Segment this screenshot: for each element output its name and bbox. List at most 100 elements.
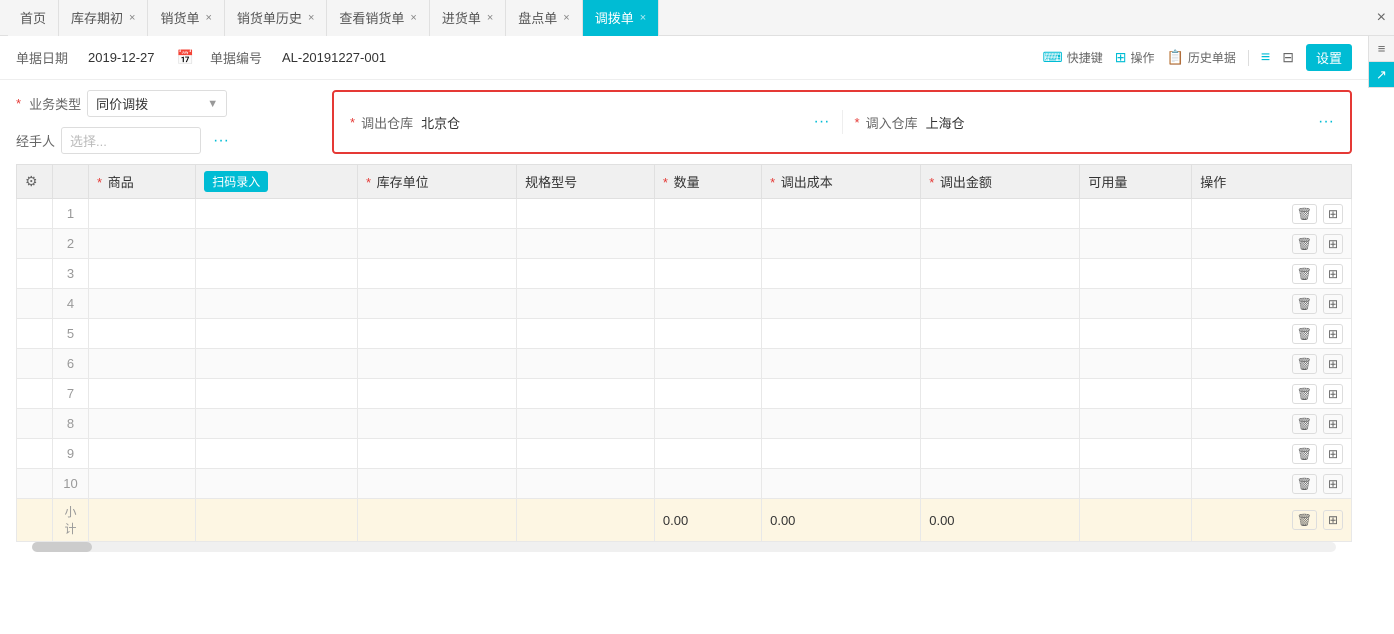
row-qty-cell[interactable] (654, 439, 761, 469)
row-delete-button[interactable]: 🗑 (1292, 294, 1317, 314)
tab-home[interactable]: 首页 (8, 0, 59, 36)
row-qty-cell[interactable] (654, 199, 761, 229)
row-delete-button[interactable]: 🗑 (1292, 474, 1317, 494)
calendar-icon[interactable]: 📅 (177, 49, 194, 66)
tab-inventory-init-close[interactable]: × (129, 12, 135, 24)
row-copy-button[interactable]: ⊞ (1323, 324, 1343, 344)
row-product-cell[interactable] (89, 319, 196, 349)
row-copy-button[interactable]: ⊞ (1323, 384, 1343, 404)
row-unit-cell[interactable] (357, 349, 516, 379)
row-spec-cell[interactable] (517, 349, 655, 379)
tab-sales-history[interactable]: 销货单历史 × (225, 0, 327, 36)
row-out-amount-cell[interactable] (921, 289, 1080, 319)
operate-button[interactable]: ⊞ 操作 (1115, 49, 1155, 66)
table-gear-icon[interactable]: ⚙ (25, 173, 38, 189)
sidebar-list-icon[interactable]: ≡ (1369, 36, 1394, 62)
row-delete-button[interactable]: 🗑 (1292, 354, 1317, 374)
horizontal-scrollbar[interactable] (32, 542, 1336, 552)
row-spec-cell[interactable] (517, 469, 655, 499)
row-spec-cell[interactable] (517, 199, 655, 229)
tab-sales-order-close[interactable]: × (205, 12, 211, 24)
row-qty-cell[interactable] (654, 319, 761, 349)
row-product-cell[interactable] (89, 409, 196, 439)
row-out-cost-cell[interactable] (762, 199, 921, 229)
shortcut-button[interactable]: ⌨ 快捷键 (1042, 49, 1102, 66)
row-spec-cell[interactable] (517, 289, 655, 319)
scrollbar-thumb[interactable] (32, 542, 92, 552)
row-delete-button[interactable]: 🗑 (1292, 384, 1317, 404)
row-out-amount-cell[interactable] (921, 199, 1080, 229)
scan-button[interactable]: 扫码录入 (204, 171, 268, 192)
row-delete-button[interactable]: 🗑 (1292, 444, 1317, 464)
row-spec-cell[interactable] (517, 319, 655, 349)
row-delete-button[interactable]: 🗑 (1292, 414, 1317, 434)
row-copy-button[interactable]: ⊞ (1323, 264, 1343, 284)
row-delete-button[interactable]: 🗑 (1292, 324, 1317, 344)
row-out-cost-cell[interactable] (762, 349, 921, 379)
row-copy-button[interactable]: ⊞ (1323, 444, 1343, 464)
row-qty-cell[interactable] (654, 379, 761, 409)
row-product-cell[interactable] (89, 349, 196, 379)
row-spec-cell[interactable] (517, 229, 655, 259)
row-out-cost-cell[interactable] (762, 289, 921, 319)
row-out-amount-cell[interactable] (921, 379, 1080, 409)
row-product-cell[interactable] (89, 289, 196, 319)
row-out-amount-cell[interactable] (921, 319, 1080, 349)
row-delete-button[interactable]: 🗑 (1292, 510, 1317, 530)
row-out-cost-cell[interactable] (762, 469, 921, 499)
row-out-amount-cell[interactable] (921, 409, 1080, 439)
settings-button[interactable]: 设置 (1306, 44, 1352, 71)
row-unit-cell[interactable] (357, 469, 516, 499)
view-toggle-list[interactable]: ≡ (1261, 49, 1270, 67)
row-copy-button[interactable]: ⊞ (1323, 510, 1343, 530)
tab-inventory-init[interactable]: 库存期初 × (59, 0, 148, 36)
history-button[interactable]: 📋 历史单据 (1166, 49, 1235, 66)
row-spec-cell[interactable] (517, 439, 655, 469)
row-copy-button[interactable]: ⊞ (1323, 294, 1343, 314)
row-unit-cell[interactable] (357, 259, 516, 289)
tab-view-sales[interactable]: 查看销货单 × (327, 0, 429, 36)
row-copy-button[interactable]: ⊞ (1323, 204, 1343, 224)
row-spec-cell[interactable] (517, 259, 655, 289)
row-out-amount-cell[interactable] (921, 259, 1080, 289)
row-unit-cell[interactable] (357, 199, 516, 229)
row-delete-button[interactable]: 🗑 (1292, 234, 1317, 254)
row-product-cell[interactable] (89, 469, 196, 499)
tab-sales-order[interactable]: 销货单 × (148, 0, 224, 36)
handler-select[interactable]: 选择... (61, 127, 201, 154)
tab-purchase-order-close[interactable]: × (487, 12, 493, 24)
tab-sales-history-close[interactable]: × (308, 12, 314, 24)
row-qty-cell[interactable] (654, 229, 761, 259)
row-out-cost-cell[interactable] (762, 409, 921, 439)
row-out-cost-cell[interactable] (762, 379, 921, 409)
out-warehouse-more-icon[interactable]: ··· (814, 113, 830, 131)
row-out-amount-cell[interactable] (921, 439, 1080, 469)
tab-inventory-check-close[interactable]: × (563, 12, 569, 24)
row-out-cost-cell[interactable] (762, 319, 921, 349)
tab-inventory-check[interactable]: 盘点单 × (506, 0, 582, 36)
row-copy-button[interactable]: ⊞ (1323, 354, 1343, 374)
row-unit-cell[interactable] (357, 439, 516, 469)
row-product-cell[interactable] (89, 439, 196, 469)
row-product-cell[interactable] (89, 229, 196, 259)
row-qty-cell[interactable] (654, 349, 761, 379)
sidebar-external-icon[interactable]: ↗ (1369, 62, 1394, 88)
row-out-amount-cell[interactable] (921, 349, 1080, 379)
row-qty-cell[interactable] (654, 289, 761, 319)
row-product-cell[interactable] (89, 199, 196, 229)
row-out-cost-cell[interactable] (762, 229, 921, 259)
row-spec-cell[interactable] (517, 379, 655, 409)
row-delete-button[interactable]: 🗑 (1292, 264, 1317, 284)
row-unit-cell[interactable] (357, 409, 516, 439)
tab-purchase-order[interactable]: 进货单 × (430, 0, 506, 36)
row-unit-cell[interactable] (357, 319, 516, 349)
view-toggle-grid[interactable]: ⊟ (1282, 49, 1294, 66)
row-product-cell[interactable] (89, 379, 196, 409)
handler-more-icon[interactable]: ··· (213, 132, 229, 150)
row-copy-button[interactable]: ⊞ (1323, 234, 1343, 254)
row-unit-cell[interactable] (357, 379, 516, 409)
tab-transfer-order[interactable]: 调拨单 × (583, 0, 659, 36)
row-product-cell[interactable] (89, 259, 196, 289)
row-qty-cell[interactable] (654, 409, 761, 439)
row-spec-cell[interactable] (517, 409, 655, 439)
